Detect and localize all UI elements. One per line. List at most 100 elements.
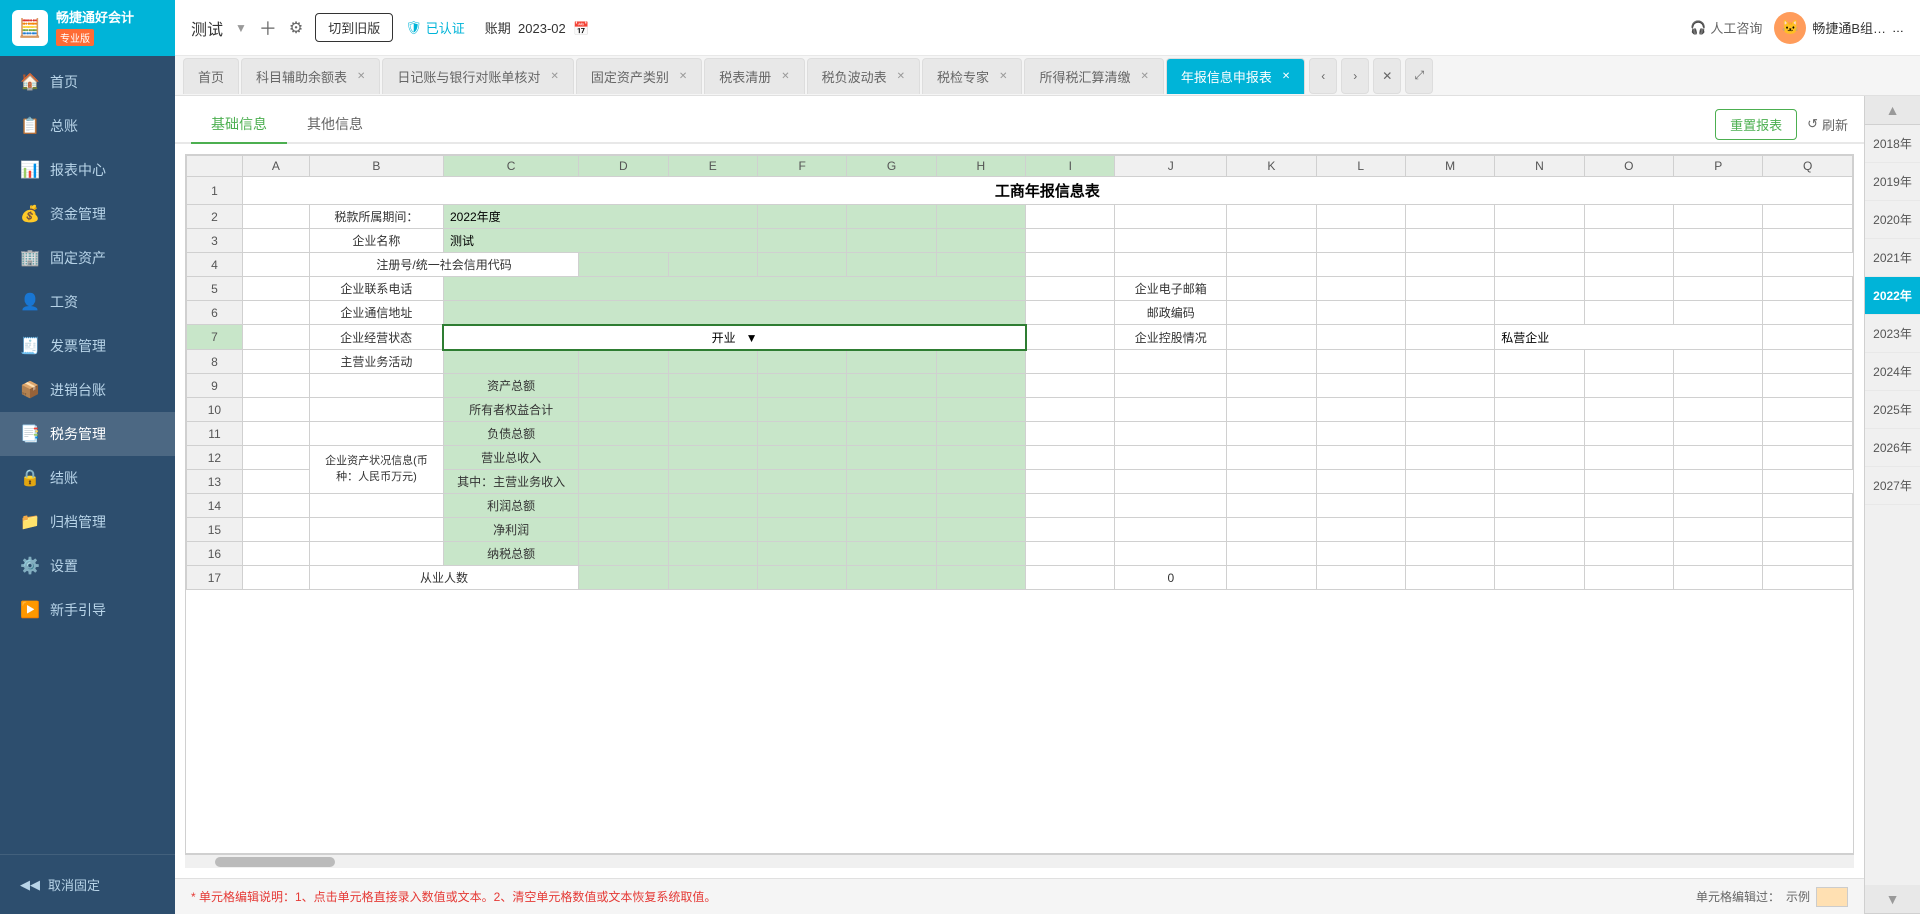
sidebar-item-guide[interactable]: ▶️ 新手引导 (0, 588, 175, 632)
tab-assets-close[interactable]: ✕ (679, 71, 687, 82)
cell-3-b[interactable]: 企业名称 (309, 229, 443, 253)
cell-4-b[interactable]: 注册号/统一社会信用代码 (309, 253, 578, 277)
cell-2-i[interactable] (1026, 205, 1115, 229)
sidebar-item-tax[interactable]: 📑 税务管理 (0, 412, 175, 456)
year-item-2025[interactable]: 2025年 (1865, 391, 1920, 429)
cell-17-j[interactable]: 0 (1115, 566, 1227, 590)
sidebar-item-payroll[interactable]: 👤 工资 (0, 280, 175, 324)
cell-12-c[interactable]: 营业总收入 (443, 446, 578, 470)
tab-assets[interactable]: 固定资产类别 ✕ (576, 58, 702, 94)
settings-btn[interactable]: ⚙ (289, 18, 303, 38)
sidebar-item-ledger[interactable]: 📋 总账 (0, 104, 175, 148)
tab-expand-btn[interactable]: ⤢ (1405, 58, 1433, 94)
project-dropdown-icon[interactable]: ▼ (235, 21, 247, 35)
year-item-2024[interactable]: 2024年 (1865, 353, 1920, 391)
cell-5-b[interactable]: 企业联系电话 (309, 277, 443, 301)
cell-7-b[interactable]: 企业经营状态 (309, 325, 443, 350)
tab-next-btn[interactable]: › (1341, 58, 1369, 94)
cell-6-j[interactable]: 邮政编码 (1115, 301, 1227, 325)
sidebar-item-archive[interactable]: 📁 归档管理 (0, 500, 175, 544)
cell-2-b[interactable]: 税款所属期间： (309, 205, 443, 229)
cell-2-q[interactable] (1763, 205, 1853, 229)
cell-2-c[interactable]: 2022年度 (443, 205, 757, 229)
cell-17-b[interactable]: 从业人数 (309, 566, 578, 590)
tab-aux-close[interactable]: ✕ (357, 71, 365, 82)
year-item-2023[interactable]: 2023年 (1865, 315, 1920, 353)
sidebar-item-funds[interactable]: 💰 资金管理 (0, 192, 175, 236)
tab-home[interactable]: 首页 (183, 58, 239, 94)
cell-2-l[interactable] (1316, 205, 1405, 229)
year-item-2019[interactable]: 2019年 (1865, 163, 1920, 201)
year-scroll-down-btn[interactable]: ▼ (1865, 885, 1920, 914)
sidebar-item-home[interactable]: 🏠 首页 (0, 60, 175, 104)
cell-2-o[interactable] (1584, 205, 1673, 229)
cell-7-j[interactable]: 企业控股情况 (1115, 325, 1227, 350)
sidebar-item-invoices[interactable]: 🧾 发票管理 (0, 324, 175, 368)
tab-journal-close[interactable]: ✕ (550, 71, 558, 82)
spreadsheet-wrapper[interactable]: A B C D E F G H I J (185, 154, 1854, 854)
cell-13-c[interactable]: 其中：主营业务收入 (443, 470, 578, 494)
year-item-2026[interactable]: 2026年 (1865, 429, 1920, 467)
reset-report-button[interactable]: 重置报表 (1715, 109, 1797, 140)
cell-2-p[interactable] (1674, 205, 1763, 229)
tab-taxincome-close[interactable]: ✕ (1140, 71, 1148, 82)
sidebar-item-inventory[interactable]: 📦 进销台账 (0, 368, 175, 412)
year-scroll-up-btn[interactable]: ▲ (1865, 96, 1920, 125)
year-item-2027[interactable]: 2027年 (1865, 467, 1920, 505)
add-project-btn[interactable]: ＋ (259, 15, 277, 41)
refresh-button[interactable]: ↺ 刷新 (1807, 115, 1848, 134)
tab-prev-btn[interactable]: ‹ (1309, 58, 1337, 94)
cell-12-b[interactable]: 企业资产状况信息(币种：人民币万元) (309, 446, 443, 494)
tab-yearinfo-close[interactable]: ✕ (1282, 71, 1290, 82)
cell-2-j[interactable] (1115, 205, 1227, 229)
year-item-2021[interactable]: 2021年 (1865, 239, 1920, 277)
sidebar-item-closing[interactable]: 🔒 结账 (0, 456, 175, 500)
user-menu[interactable]: 🐱 畅捷通B组… … (1774, 12, 1904, 44)
cell-2-f[interactable] (757, 205, 846, 229)
tab-taxcheck-close[interactable]: ✕ (999, 71, 1007, 82)
tab-aux[interactable]: 科目辅助余额表 ✕ (241, 58, 380, 94)
tab-journal[interactable]: 日记账与银行对账单核对 ✕ (382, 58, 573, 94)
sub-tab-basic[interactable]: 基础信息 (191, 106, 287, 144)
scroll-thumb-h[interactable] (215, 857, 335, 867)
cell-2-n[interactable] (1495, 205, 1584, 229)
year-item-2022[interactable]: 2022年 (1865, 277, 1920, 315)
cell-2-h[interactable] (936, 205, 1025, 229)
tab-taxincome[interactable]: 所得税汇算清缴 ✕ (1024, 58, 1163, 94)
cell-6-c[interactable] (443, 301, 1025, 325)
cell-2-g[interactable] (847, 205, 936, 229)
cell-10-c[interactable]: 所有者权益合计 (443, 398, 578, 422)
cell-3-a[interactable] (242, 229, 309, 253)
cell-7-c-dropdown[interactable]: 开业 ▼ (443, 325, 1025, 350)
cell-2-m[interactable] (1405, 205, 1494, 229)
tab-taxwave-close[interactable]: ✕ (897, 71, 905, 82)
cell-2-k[interactable] (1227, 205, 1316, 229)
cell-2-a[interactable] (242, 205, 309, 229)
cell-5-j[interactable]: 企业电子邮箱 (1115, 277, 1227, 301)
tab-taxform[interactable]: 税表清册 ✕ (704, 58, 804, 94)
sidebar-collapse-btn[interactable]: ◀◀ 取消固定 (0, 865, 175, 904)
year-item-2020[interactable]: 2020年 (1865, 201, 1920, 239)
tab-close-all-btn[interactable]: ✕ (1373, 58, 1401, 94)
cell-5-c[interactable] (443, 277, 1025, 301)
scroll-bar-horizontal[interactable] (185, 854, 1854, 868)
cell-6-b[interactable]: 企业通信地址 (309, 301, 443, 325)
tab-taxcheck[interactable]: 税检专家 ✕ (922, 58, 1022, 94)
sidebar-item-assets[interactable]: 🏢 固定资产 (0, 236, 175, 280)
sheet-title-cell[interactable]: 工商年报信息表 (242, 177, 1852, 205)
tab-taxform-close[interactable]: ✕ (781, 71, 789, 82)
old-version-button[interactable]: 切到旧版 (315, 13, 393, 42)
tab-yearinfo[interactable]: 年报信息申报表 ✕ (1166, 58, 1305, 94)
cell-14-c[interactable]: 利润总额 (443, 494, 578, 518)
cell-9-c[interactable]: 资产总额 (443, 374, 578, 398)
sidebar-item-reports[interactable]: 📊 报表中心 (0, 148, 175, 192)
sidebar-item-settings[interactable]: ⚙️ 设置 (0, 544, 175, 588)
cell-3-c[interactable]: 测试 (443, 229, 757, 253)
service-btn[interactable]: 🎧 人工咨询 (1690, 18, 1762, 37)
cell-15-c[interactable]: 净利润 (443, 518, 578, 542)
cell-11-c[interactable]: 负债总额 (443, 422, 578, 446)
year-item-2018[interactable]: 2018年 (1865, 125, 1920, 163)
cell-7-n[interactable]: 私营企业 (1495, 325, 1763, 350)
cell-8-b[interactable]: 主营业务活动 (309, 350, 443, 374)
tab-taxwave[interactable]: 税负波动表 ✕ (807, 58, 920, 94)
